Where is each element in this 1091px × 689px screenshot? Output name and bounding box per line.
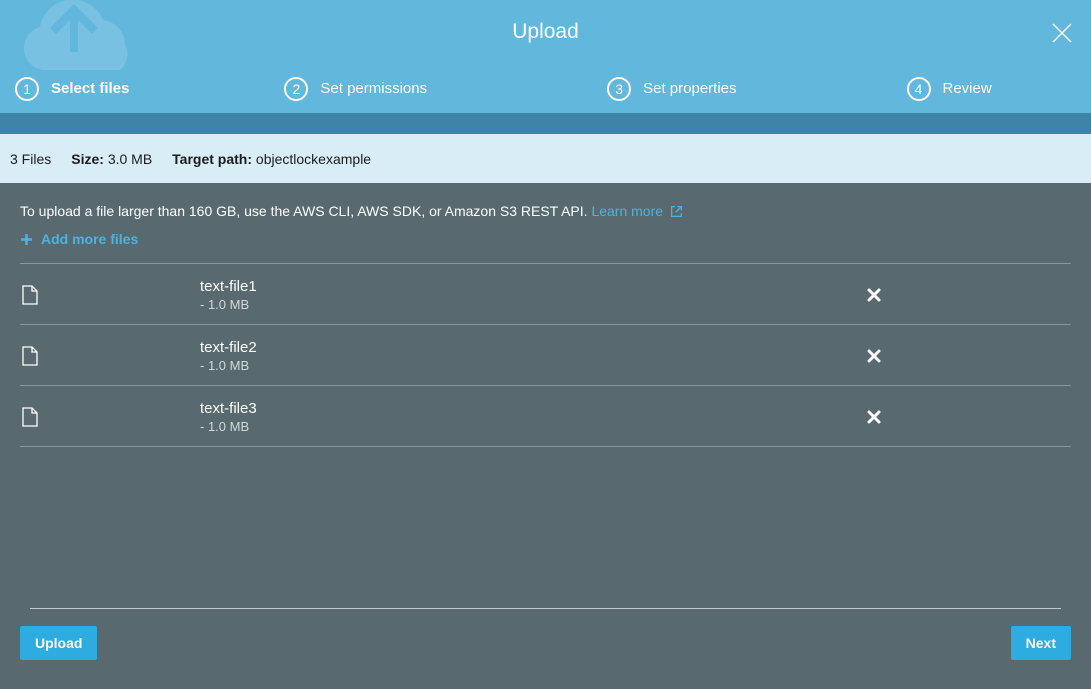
upload-summary-bar: 3 Files Size: 3.0 MB Target path: object… bbox=[0, 134, 1091, 183]
total-size: Size: 3.0 MB bbox=[71, 151, 152, 167]
file-size: - 1.0 MB bbox=[200, 358, 1071, 373]
step-set-permissions[interactable]: 2 Set permissions bbox=[284, 77, 427, 101]
file-type-icon-wrapper bbox=[20, 285, 200, 305]
file-name: text-file1 bbox=[200, 278, 1071, 295]
file-row: text-file3 - 1.0 MB bbox=[20, 386, 1071, 447]
target-path-value: objectlockexample bbox=[256, 151, 371, 167]
close-icon bbox=[1051, 22, 1073, 44]
file-size: - 1.0 MB bbox=[200, 297, 1071, 312]
learn-more-link[interactable]: Learn more bbox=[591, 203, 682, 219]
add-more-label: Add more files bbox=[41, 231, 138, 247]
remove-file-button[interactable] bbox=[867, 349, 881, 363]
remove-icon bbox=[867, 349, 881, 363]
remove-icon bbox=[867, 288, 881, 302]
stepper: 1 Select files 2 Set permissions 3 Set p… bbox=[0, 64, 1091, 113]
step-label: Set permissions bbox=[320, 80, 427, 97]
next-button[interactable]: Next bbox=[1011, 626, 1071, 660]
add-more-files-button[interactable]: Add more files bbox=[20, 231, 138, 247]
page-title: Upload bbox=[512, 20, 579, 44]
document-icon bbox=[22, 346, 38, 366]
document-icon bbox=[22, 285, 38, 305]
remove-file-button[interactable] bbox=[867, 288, 881, 302]
remove-icon bbox=[867, 410, 881, 424]
close-button[interactable] bbox=[1051, 22, 1073, 44]
size-value: 3.0 MB bbox=[108, 151, 152, 167]
hint-text: To upload a file larger than 160 GB, use… bbox=[20, 203, 588, 219]
file-name: text-file3 bbox=[200, 400, 1071, 417]
step-label: Set properties bbox=[643, 80, 736, 97]
file-name: text-file2 bbox=[200, 339, 1071, 356]
size-label: Size: bbox=[71, 151, 104, 167]
remove-file-button[interactable] bbox=[867, 410, 881, 424]
learn-more-label: Learn more bbox=[591, 203, 663, 219]
upload-hint: To upload a file larger than 160 GB, use… bbox=[20, 203, 1071, 219]
file-count: 3 Files bbox=[10, 151, 51, 167]
target-path-label: Target path: bbox=[172, 151, 252, 167]
external-link-icon bbox=[670, 205, 683, 218]
file-list: text-file1 - 1.0 MB text-file2 - 1.0 MB bbox=[20, 263, 1071, 447]
step-set-properties[interactable]: 3 Set properties bbox=[607, 77, 736, 101]
step-number: 4 bbox=[907, 77, 931, 101]
file-type-icon-wrapper bbox=[20, 346, 200, 366]
file-size: - 1.0 MB bbox=[200, 419, 1071, 434]
step-number: 3 bbox=[607, 77, 631, 101]
header-divider bbox=[0, 113, 1091, 134]
step-number: 2 bbox=[284, 77, 308, 101]
plus-icon bbox=[20, 233, 33, 246]
upload-button[interactable]: Upload bbox=[20, 626, 97, 660]
target-path: Target path: objectlockexample bbox=[172, 151, 371, 167]
step-review[interactable]: 4 Review bbox=[907, 77, 992, 101]
document-icon bbox=[22, 407, 38, 427]
file-type-icon-wrapper bbox=[20, 407, 200, 427]
step-label: Review bbox=[943, 80, 992, 97]
file-row: text-file2 - 1.0 MB bbox=[20, 325, 1071, 386]
file-row: text-file1 - 1.0 MB bbox=[20, 264, 1071, 325]
